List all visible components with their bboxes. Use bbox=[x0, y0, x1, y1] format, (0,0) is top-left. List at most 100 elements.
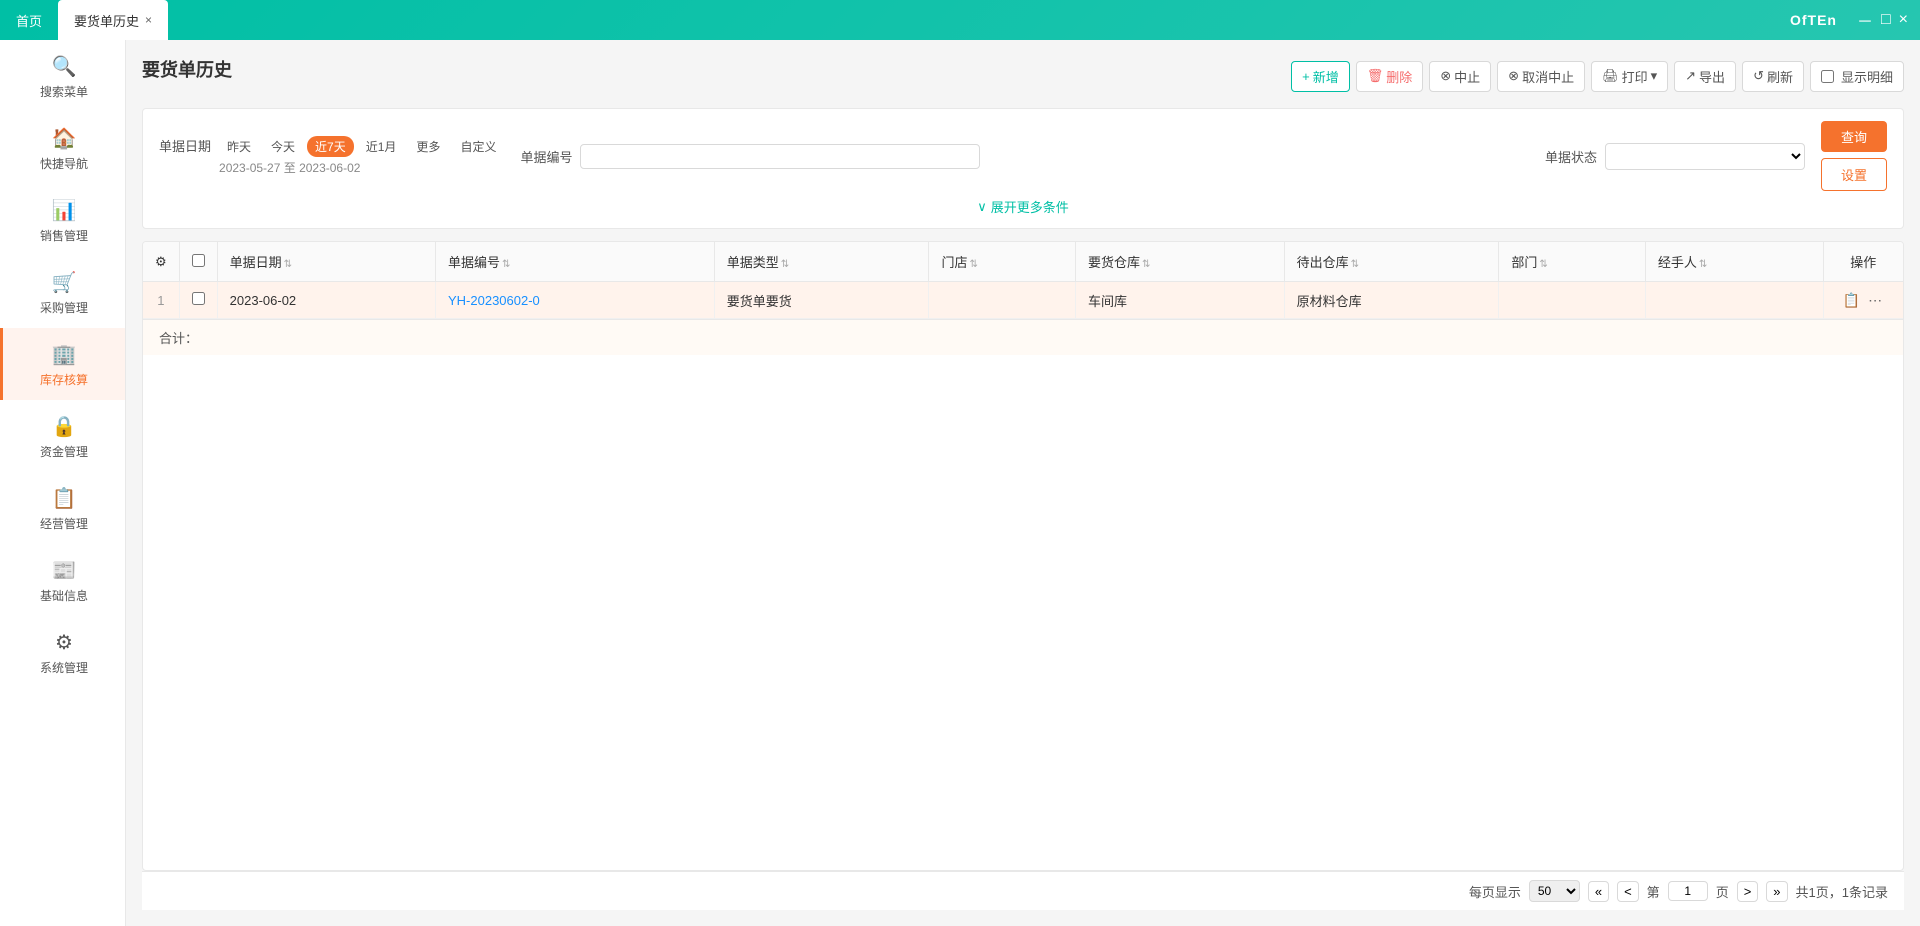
print-button[interactable]: 🖨 打印 ▾ bbox=[1591, 61, 1668, 92]
bill-status-select[interactable] bbox=[1605, 143, 1805, 170]
prev-page-btn[interactable]: < bbox=[1617, 881, 1639, 902]
page-size-select[interactable]: 50 10 20 100 bbox=[1529, 880, 1580, 902]
date-more[interactable]: 更多 bbox=[408, 136, 448, 157]
cancel-stop-button[interactable]: ⊗ 取消中止 bbox=[1497, 61, 1585, 92]
sort-pending-warehouse-icon: ⇅ bbox=[1351, 259, 1359, 270]
tab-home[interactable]: 首页 bbox=[0, 0, 58, 40]
row-bill-number: YH-20230602-0 bbox=[435, 282, 714, 319]
bill-number-filter: 单据编号 bbox=[520, 144, 1529, 169]
sidebar-item-basic-info[interactable]: 📰 基础信息 bbox=[0, 544, 125, 616]
page-label: 第 bbox=[1647, 882, 1660, 901]
footer-total-label: 合计： bbox=[159, 328, 198, 347]
row-handler bbox=[1645, 282, 1823, 319]
stop-icon: ⊗ bbox=[1440, 68, 1451, 84]
col-bill-type[interactable]: 单据类型⇅ bbox=[714, 242, 929, 282]
tab-close-icon[interactable]: × bbox=[145, 13, 152, 27]
pagination-bar: 每页显示 50 10 20 100 « < 第 页 > » 共1页，1条记录 bbox=[142, 871, 1904, 910]
close-icon[interactable]: × bbox=[1899, 11, 1908, 29]
sidebar-item-inventory-label: 库存核算 bbox=[40, 371, 88, 388]
sidebar-item-search[interactable]: 🔍 搜索菜单 bbox=[0, 40, 125, 112]
export-button-label: 导出 bbox=[1699, 67, 1725, 86]
delete-button[interactable]: 🗑 删除 bbox=[1356, 61, 1424, 92]
date-recent1month[interactable]: 近1月 bbox=[358, 136, 405, 157]
query-settings-group: 查询 设置 bbox=[1821, 121, 1887, 191]
date-recent7[interactable]: 近7天 bbox=[307, 136, 354, 157]
expand-more-btn[interactable]: ∨ 展开更多条件 bbox=[159, 191, 1887, 216]
export-button[interactable]: ↗ 导出 bbox=[1674, 61, 1736, 92]
col-bill-date[interactable]: 单据日期⇅ bbox=[217, 242, 435, 282]
cancel-stop-button-label: 取消中止 bbox=[1522, 67, 1574, 86]
search-menu-icon: 🔍 bbox=[52, 54, 77, 79]
new-button[interactable]: + 新增 bbox=[1291, 61, 1350, 92]
display-detail-checkbox-label[interactable]: 显示明细 bbox=[1810, 61, 1904, 92]
display-detail-checkbox[interactable] bbox=[1821, 70, 1834, 83]
main-table: ⚙ 单据日期⇅ 单据编号⇅ 单据类型⇅ bbox=[143, 242, 1903, 319]
date-filter-group: 单据日期 昨天 今天 近7天 近1月 更多 自定义 2023-05-27 至 2… bbox=[159, 136, 504, 176]
row-delete-icon[interactable]: ⋯ bbox=[1865, 290, 1885, 310]
row-store bbox=[929, 282, 1076, 319]
maximize-icon[interactable]: □ bbox=[1881, 11, 1891, 29]
row-checkbox[interactable] bbox=[192, 292, 205, 305]
delete-button-label: 删除 bbox=[1386, 67, 1412, 86]
sidebar-item-finance[interactable]: 🔒 资金管理 bbox=[0, 400, 125, 472]
table-container: ⚙ 单据日期⇅ 单据编号⇅ 单据类型⇅ bbox=[142, 241, 1904, 871]
last-page-btn[interactable]: » bbox=[1766, 881, 1787, 902]
sort-bill-date-icon: ⇅ bbox=[284, 259, 292, 270]
stop-button[interactable]: ⊗ 中止 bbox=[1429, 61, 1491, 92]
sort-req-warehouse-icon: ⇅ bbox=[1142, 259, 1150, 270]
sidebar: 🔍 搜索菜单 🏠 快捷导航 📊 销售管理 🛒 采购管理 🏢 库存核算 🔒 资金管… bbox=[0, 40, 126, 926]
col-handler[interactable]: 经手人⇅ bbox=[1645, 242, 1823, 282]
date-range-text: 2023-05-27 至 2023-06-02 bbox=[219, 159, 504, 176]
date-custom[interactable]: 自定义 bbox=[452, 136, 504, 157]
col-settings[interactable]: ⚙ bbox=[143, 242, 179, 282]
sidebar-item-operations[interactable]: 📋 经营管理 bbox=[0, 472, 125, 544]
row-checkbox-cell bbox=[179, 282, 217, 319]
sales-icon: 📊 bbox=[52, 198, 77, 223]
minimize-icon[interactable]: － bbox=[1857, 8, 1873, 32]
table-row: 1 2023-06-02 YH-20230602-0 要货单要货 车间库 原材料… bbox=[143, 282, 1903, 319]
sidebar-item-sales[interactable]: 📊 销售管理 bbox=[0, 184, 125, 256]
refresh-icon: ↺ bbox=[1753, 68, 1764, 84]
sidebar-item-quicknav[interactable]: 🏠 快捷导航 bbox=[0, 112, 125, 184]
sidebar-item-purchase[interactable]: 🛒 采购管理 bbox=[0, 256, 125, 328]
date-yesterday[interactable]: 昨天 bbox=[219, 136, 259, 157]
sort-department-icon: ⇅ bbox=[1539, 259, 1547, 270]
date-today[interactable]: 今天 bbox=[263, 136, 303, 157]
sidebar-item-search-label: 搜索菜单 bbox=[40, 83, 88, 100]
page-unit: 页 bbox=[1716, 882, 1729, 901]
date-options-group: 昨天 今天 近7天 近1月 更多 自定义 2023-05-27 至 2023-0… bbox=[219, 136, 504, 176]
row-bill-number-link[interactable]: YH-20230602-0 bbox=[448, 293, 540, 308]
new-button-label: 新增 bbox=[1313, 67, 1339, 86]
inventory-icon: 🏢 bbox=[52, 342, 77, 367]
col-department[interactable]: 部门⇅ bbox=[1499, 242, 1646, 282]
select-all-checkbox[interactable] bbox=[192, 254, 205, 267]
print-icon: 🖨 bbox=[1602, 68, 1619, 84]
sidebar-item-inventory[interactable]: 🏢 库存核算 bbox=[0, 328, 125, 400]
row-num: 1 bbox=[143, 282, 179, 319]
tab-bill-history[interactable]: 要货单历史 × bbox=[58, 0, 168, 40]
col-req-warehouse[interactable]: 要货仓库⇅ bbox=[1076, 242, 1285, 282]
top-bar: 首页 要货单历史 × OfTEn － □ × bbox=[0, 0, 1920, 40]
sidebar-item-system[interactable]: ⚙ 系统管理 bbox=[0, 616, 125, 688]
sort-handler-icon: ⇅ bbox=[1699, 259, 1707, 270]
bill-number-input[interactable] bbox=[580, 144, 980, 169]
row-bill-date: 2023-06-02 bbox=[217, 282, 435, 319]
next-page-btn[interactable]: > bbox=[1737, 881, 1759, 902]
stop-button-label: 中止 bbox=[1454, 67, 1480, 86]
page-number-input[interactable] bbox=[1668, 881, 1708, 901]
settings-button[interactable]: 设置 bbox=[1821, 158, 1887, 191]
print-button-label: 打印 bbox=[1622, 67, 1648, 86]
home-icon: 🏠 bbox=[52, 126, 77, 151]
cancel-stop-icon: ⊗ bbox=[1508, 68, 1519, 84]
refresh-button[interactable]: ↺ 刷新 bbox=[1742, 61, 1804, 92]
query-button[interactable]: 查询 bbox=[1821, 121, 1887, 152]
col-bill-number[interactable]: 单据编号⇅ bbox=[435, 242, 714, 282]
window-actions: － □ × bbox=[1857, 8, 1920, 32]
operations-icon: 📋 bbox=[52, 486, 77, 511]
col-pending-warehouse[interactable]: 待出仓库⇅ bbox=[1284, 242, 1499, 282]
col-store[interactable]: 门店⇅ bbox=[929, 242, 1076, 282]
row-edit-icon[interactable]: 📋 bbox=[1841, 290, 1861, 310]
content-area: 要货单历史 + 新增 🗑 删除 ⊗ 中止 ⊗ 取消中止 bbox=[126, 40, 1920, 926]
first-page-btn[interactable]: « bbox=[1588, 881, 1609, 902]
date-filter-label: 单据日期 bbox=[159, 136, 211, 155]
